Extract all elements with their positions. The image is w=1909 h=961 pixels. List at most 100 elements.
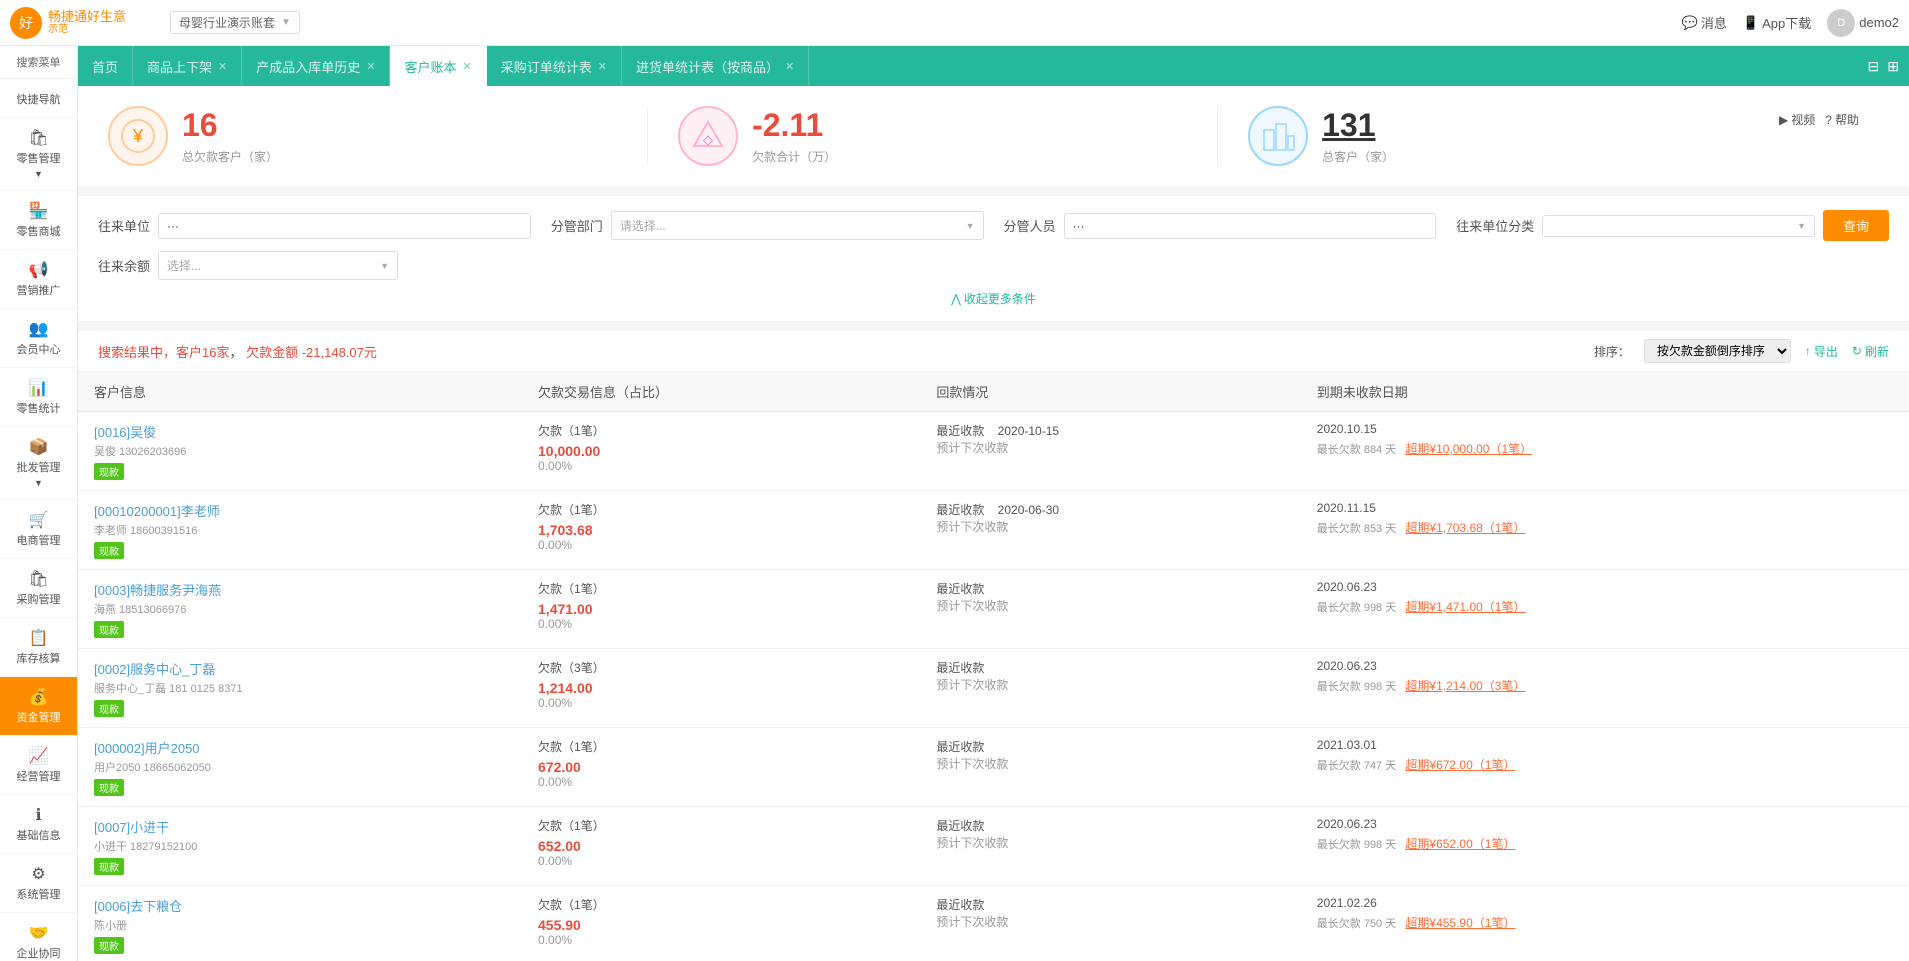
wholesale-arrow: ▼ bbox=[34, 478, 43, 488]
sidebar-item-inventory[interactable]: 📋 库存核算 bbox=[0, 618, 77, 677]
marketing-label: 营销推广 bbox=[0, 282, 77, 298]
sidebar-item-member[interactable]: 👥 会员中心 bbox=[0, 309, 77, 368]
filter-balance: 往来余额 选择... ▼ bbox=[98, 251, 398, 280]
sidebar-item-ecommerce[interactable]: 🛒 电商管理 bbox=[0, 500, 77, 559]
cell-debt-6: 欠款（1笔） 455.90 0.00% bbox=[522, 886, 920, 961]
sidebar-item-retail-stats[interactable]: 📊 零售统计 bbox=[0, 368, 77, 427]
tab-close-customer-account[interactable]: ✕ bbox=[463, 60, 472, 73]
cell-customer-4: [000002]用户2050 用户2050 18665062050 现款 bbox=[78, 728, 522, 807]
customer-phone-6: 陈小册 bbox=[94, 917, 506, 933]
tab-inbound-stats[interactable]: 进货单统计表（按商品） ✕ bbox=[622, 46, 809, 86]
search-button[interactable]: 查询 bbox=[1823, 210, 1889, 241]
customer-name-link-3[interactable]: [0002]服务中心_丁磊 bbox=[94, 662, 215, 677]
sort-select[interactable]: 按欠款金额倒序排序 bbox=[1644, 339, 1791, 363]
category-chevron: ▼ bbox=[1797, 221, 1806, 231]
export-button[interactable]: ↑ 导出 bbox=[1805, 343, 1838, 360]
sidebar-item-quick-nav[interactable]: 快捷导航 bbox=[0, 79, 77, 118]
sidebar-item-finance[interactable]: 💰 资金管理 bbox=[0, 677, 77, 736]
sidebar-search[interactable]: 搜索菜单 bbox=[0, 46, 77, 79]
customer-name-link-2[interactable]: [0003]畅捷服务尹海燕 bbox=[94, 583, 221, 598]
stat-value-debt-amount: -2.11 bbox=[752, 107, 836, 144]
customer-name-link-4[interactable]: [000002]用户2050 bbox=[94, 741, 200, 756]
manager-input[interactable]: ··· bbox=[1064, 213, 1437, 239]
category-select[interactable]: ▼ bbox=[1542, 215, 1815, 237]
sidebar-item-wholesale[interactable]: 📦 批发管理 ▼ bbox=[0, 427, 77, 500]
customer-name-link-5[interactable]: [0007]小进干 bbox=[94, 820, 169, 835]
export-icon: ↑ bbox=[1805, 344, 1811, 358]
overdue-amount-link-4[interactable]: 超期¥672.00（1笔） bbox=[1405, 758, 1515, 772]
sidebar-item-retail-mgmt[interactable]: 🛍 零售管理 ▼ bbox=[0, 118, 77, 191]
tab-close-product-shelf[interactable]: ✕ bbox=[218, 60, 227, 73]
video-icon: ▶ bbox=[1779, 113, 1788, 127]
tab-home[interactable]: 首页 bbox=[78, 46, 133, 86]
customer-name-link-1[interactable]: [00010200001]李老师 bbox=[94, 504, 220, 519]
refresh-button[interactable]: ↻ 刷新 bbox=[1852, 343, 1889, 360]
next-payment-0: 预计下次收款 bbox=[936, 439, 1284, 456]
ecommerce-icon: 🛒 bbox=[0, 510, 77, 530]
system-icon: ⚙ bbox=[0, 864, 77, 884]
stats-bar-right: ▶ 视频 ? 帮助 bbox=[1779, 106, 1859, 128]
quick-nav-label: 快捷导航 bbox=[0, 91, 77, 107]
col-header-debt-info: 欠款交易信息（占比） bbox=[522, 372, 920, 412]
tab-close-inbound-stats[interactable]: ✕ bbox=[785, 60, 794, 73]
message-icon: 💬 bbox=[1682, 15, 1698, 31]
balance-chevron: ▼ bbox=[380, 261, 389, 271]
balance-select[interactable]: 选择... ▼ bbox=[158, 251, 398, 280]
sidebar-item-retail-mall[interactable]: 🏪 零售商城 bbox=[0, 191, 77, 250]
source-unit-input[interactable]: ··· bbox=[158, 213, 531, 239]
tab-close-purchase-stats[interactable]: ✕ bbox=[598, 60, 607, 73]
customer-name-link-0[interactable]: [0016]吴俊 bbox=[94, 425, 156, 440]
sidebar-item-marketing[interactable]: 📢 营销推广 bbox=[0, 250, 77, 309]
collapse-button[interactable]: ⋀ 收起更多条件 bbox=[951, 290, 1036, 307]
next-payment-5: 预计下次收款 bbox=[936, 834, 1284, 851]
filter-source-unit: 往来单位 ··· bbox=[98, 213, 531, 239]
overdue-amount-link-5[interactable]: 超期¥652.00（1笔） bbox=[1405, 837, 1515, 851]
customer-tag-1: 现款 bbox=[94, 542, 124, 559]
member-icon: 👥 bbox=[0, 319, 77, 339]
sidebar-item-collab[interactable]: 🤝 企业协同 bbox=[0, 913, 77, 961]
debt-amount-4: 672.00 bbox=[538, 759, 904, 775]
maximize-icon[interactable]: ⊞ bbox=[1887, 58, 1899, 75]
sidebar-item-purchase[interactable]: 🛍 采购管理 bbox=[0, 559, 77, 618]
app-download-link[interactable]: 📱 App下载 bbox=[1743, 13, 1811, 32]
retail-mgmt-label: 零售管理 bbox=[0, 150, 77, 166]
overdue-amount-link-0[interactable]: 超期¥10,000.00（1笔） bbox=[1405, 442, 1532, 456]
company-select[interactable]: 母婴行业演示账套 ▼ bbox=[170, 11, 300, 34]
cell-due-date-5: 2020.06.23 最长欠款 998 天 超期¥652.00（1笔） bbox=[1301, 807, 1909, 886]
sidebar-item-basic-info[interactable]: ℹ 基础信息 bbox=[0, 795, 77, 854]
debt-label-0: 欠款（1笔） bbox=[538, 422, 904, 439]
overdue-amount-link-6[interactable]: 超期¥455.90（1笔） bbox=[1405, 916, 1515, 930]
sidebar-item-operations[interactable]: 📈 经营管理 bbox=[0, 736, 77, 795]
recent-label-5: 最近收款 bbox=[936, 817, 1284, 834]
cell-repayment-4: 最近收款 预计下次收款 bbox=[920, 728, 1300, 807]
sidebar-item-system[interactable]: ⚙ 系统管理 bbox=[0, 854, 77, 913]
cell-repayment-5: 最近收款 预计下次收款 bbox=[920, 807, 1300, 886]
dept-select[interactable]: 请选择... ▼ bbox=[611, 211, 984, 240]
table-row: [0007]小进干 小进干 18279152100 现款 欠款（1笔） 652.… bbox=[78, 807, 1909, 886]
collab-label: 企业协同 bbox=[0, 945, 77, 961]
tab-product-shelf[interactable]: 商品上下架 ✕ bbox=[133, 46, 242, 86]
debt-amount-2: 1,471.00 bbox=[538, 601, 904, 617]
data-table: 客户信息 欠款交易信息（占比） 回款情况 到期未收款日期 [0016]吴俊 吴俊… bbox=[78, 372, 1909, 961]
tab-customer-account[interactable]: 客户账本 ✕ bbox=[390, 46, 486, 86]
stat-icon-amount: ◇ bbox=[678, 106, 738, 166]
message-link[interactable]: 💬 消息 bbox=[1682, 13, 1727, 32]
marketing-icon: 📢 bbox=[0, 260, 77, 280]
overdue-amount-link-1[interactable]: 超期¥1,703.68（1笔） bbox=[1405, 521, 1525, 535]
tab-purchase-history[interactable]: 产成品入库单历史 ✕ bbox=[242, 46, 390, 86]
video-link[interactable]: ▶ 视频 bbox=[1779, 111, 1815, 128]
tab-purchase-stats[interactable]: 采购订单统计表 ✕ bbox=[487, 46, 622, 86]
tab-close-purchase-history[interactable]: ✕ bbox=[366, 60, 375, 73]
customer-name-link-6[interactable]: [0006]去下粮仓 bbox=[94, 899, 182, 914]
debt-percent-1: 0.00% bbox=[538, 538, 904, 552]
next-payment-3: 预计下次收款 bbox=[936, 676, 1284, 693]
results-info: 搜索结果中，客户16家， 欠款金额 -21,148.07元 bbox=[98, 342, 377, 361]
overdue-amount-link-2[interactable]: 超期¥1,471.00（1笔） bbox=[1405, 600, 1525, 614]
app-container: 好 畅捷通好生意 示范 母婴行业演示账套 ▼ 💬 消息 📱 App下载 D de… bbox=[0, 0, 1909, 961]
cell-due-date-3: 2020.06.23 最长欠款 998 天 超期¥1,214.00（3笔） bbox=[1301, 649, 1909, 728]
help-link[interactable]: ? 帮助 bbox=[1825, 111, 1859, 128]
user-profile[interactable]: D demo2 bbox=[1827, 9, 1899, 37]
minimize-icon[interactable]: ⊟ bbox=[1868, 58, 1880, 75]
overdue-amount-link-3[interactable]: 超期¥1,214.00（3笔） bbox=[1405, 679, 1525, 693]
due-date-2: 2020.06.23 bbox=[1317, 580, 1893, 594]
